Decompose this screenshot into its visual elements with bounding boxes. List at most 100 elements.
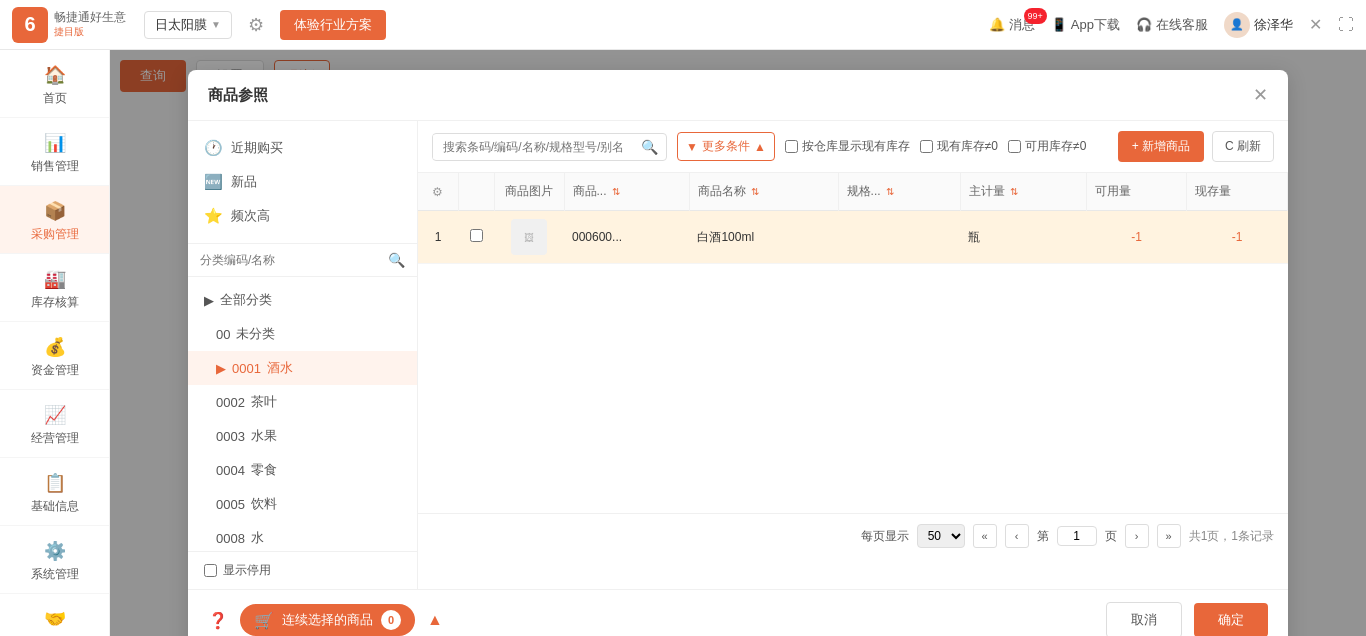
modal-body: 🕐 近期购买 🆕 新品 ⭐ 频次高 [188,121,1288,589]
col-available: 可用量 [1086,173,1187,211]
message-badge: 99+ [1024,8,1047,24]
total-info: 共1页，1条记录 [1189,528,1274,545]
col-code[interactable]: 商品... ⇅ [564,173,689,211]
message-btn[interactable]: 🔔 消息 99+ [989,16,1035,34]
window-close-icon[interactable]: ✕ [1309,15,1322,34]
basicinfo-icon: 📋 [44,472,66,494]
modal-title: 商品参照 [208,86,268,105]
cancel-button[interactable]: 取消 [1106,602,1182,636]
category-0004[interactable]: 0004 零食 [188,453,417,487]
experience-btn[interactable]: 体验行业方案 [280,10,386,40]
tab-recent-purchase[interactable]: 🕐 近期购买 [188,131,417,165]
collapse-icon[interactable]: ▲ [427,611,443,629]
col-unit[interactable]: 主计量 ⇅ [960,173,1086,211]
row-available: -1 [1086,211,1187,264]
modal-toolbar-right: + 新增商品 C 刷新 [1118,131,1274,162]
category-all[interactable]: ▶ 全部分类 [188,283,417,317]
page-number-input[interactable] [1057,526,1097,546]
first-page-button[interactable]: « [973,524,997,548]
modal-left-panel: 🕐 近期购买 🆕 新品 ⭐ 频次高 [188,121,418,589]
logo-text: 畅捷通好生意 [54,10,126,26]
sidebar-item-basic-info[interactable]: 📋 基础信息 [0,458,109,526]
tab-frequent[interactable]: ⭐ 频次高 [188,199,417,233]
category-0003[interactable]: 0003 水果 [188,419,417,453]
col-spec[interactable]: 规格... ⇅ [838,173,960,211]
category-0005[interactable]: 0005 饮料 [188,487,417,521]
logo-area: 6 畅捷通好生意 捷目版 [12,7,132,43]
prev-page-button[interactable]: ‹ [1005,524,1029,548]
purchase-icon: 📦 [44,200,66,222]
col-name[interactable]: 商品名称 ⇅ [689,173,838,211]
pagination-bar: 每页显示 50 « ‹ 第 页 › » 共1页，1条记录 [418,513,1288,558]
product-reference-modal: 商品参照 ✕ 🕐 近期购买 🆕 [188,70,1288,636]
cooperation-icon: 🤝 [44,608,66,630]
arrow-right-active-icon: ▶ [216,361,226,376]
logo-icon: 6 [12,7,48,43]
category-search-bar: 🔍 [188,244,417,277]
user-menu[interactable]: 👤 徐泽华 [1224,12,1293,38]
product-search-bar: 🔍 [432,133,667,161]
per-page-select[interactable]: 50 [917,524,965,548]
window-expand-icon[interactable]: ⛶ [1338,16,1354,34]
sidebar-item-cooperation[interactable]: 🤝 企业协同 [0,594,109,636]
store-selector[interactable]: 日太阳膜 ▼ [144,11,232,39]
sidebar-item-operations[interactable]: 📈 经营管理 [0,390,109,458]
help-icon[interactable]: ❓ [208,611,228,630]
table-row[interactable]: 1 🖼 000600... 白酒100ml [418,211,1288,264]
available-nonzero-checkbox[interactable] [1008,140,1021,153]
store-selector-arrow-icon: ▼ [211,19,221,30]
modal-overlay: 商品参照 ✕ 🕐 近期购买 🆕 [110,50,1366,636]
row-spec [838,211,960,264]
sidebar-item-system[interactable]: ⚙️ 系统管理 [0,526,109,594]
sidebar-item-home[interactable]: 🏠 首页 [0,50,109,118]
product-search-button[interactable]: 🔍 [633,134,666,160]
table-header: ⚙ 商品图片 商品... ⇅ [418,173,1288,211]
available-nonzero-checkbox-label[interactable]: 可用库存≠0 [1008,138,1086,155]
row-image: 🖼 [494,211,564,264]
left-quick-tabs: 🕐 近期购买 🆕 新品 ⭐ 频次高 [188,121,417,244]
tab-new-products[interactable]: 🆕 新品 [188,165,417,199]
warehouse-stock-checkbox[interactable] [785,140,798,153]
settings-icon[interactable]: ⚙ [244,10,268,40]
category-search-input[interactable] [200,253,382,267]
sidebar-item-purchase[interactable]: 📦 采购管理 [0,186,109,254]
row-checkbox[interactable] [470,229,483,242]
add-product-button[interactable]: + 新增商品 [1118,131,1204,162]
sidebar-item-inventory[interactable]: 🏭 库存核算 [0,254,109,322]
operations-icon: 📈 [44,404,66,426]
col-stock: 现存量 [1187,173,1288,211]
category-0008[interactable]: 0008 水 [188,521,417,551]
sidebar-item-sales[interactable]: 📊 销售管理 [0,118,109,186]
online-service-btn[interactable]: 🎧 在线客服 [1136,16,1208,34]
sidebar: 🏠 首页 📊 销售管理 📦 采购管理 🏭 库存核算 💰 资金管理 📈 经营管理 … [0,50,110,636]
filter-icon: ▼ [686,140,698,154]
warehouse-stock-checkbox-label[interactable]: 按仓库显示现有库存 [785,138,910,155]
app-download-btn[interactable]: 📱 App下载 [1051,16,1120,34]
stock-nonzero-checkbox[interactable] [920,140,933,153]
category-00[interactable]: 00 未分类 [188,317,417,351]
next-page-button[interactable]: › [1125,524,1149,548]
category-0001[interactable]: ▶ 0001 酒水 [188,351,417,385]
system-icon: ⚙️ [44,540,66,562]
row-check[interactable] [458,211,494,264]
modal-toolbar: 🔍 ▼ 更多条件 ▲ 按仓库显示现有库存 [418,121,1288,173]
modal-close-icon[interactable]: ✕ [1253,84,1268,106]
user-avatar: 👤 [1224,12,1250,38]
last-page-button[interactable]: » [1157,524,1181,548]
col-settings[interactable]: ⚙ [418,173,458,211]
home-icon: 🏠 [44,64,66,86]
filter-chevron-icon: ▲ [754,140,766,154]
display-disabled-checkbox[interactable] [204,564,217,577]
cart-icon: 🛒 [254,611,274,630]
cart-continuous-select[interactable]: 🛒 连续选择的商品 0 [240,604,415,636]
sidebar-item-finance[interactable]: 💰 资金管理 [0,322,109,390]
stock-nonzero-checkbox-label[interactable]: 现有库存≠0 [920,138,998,155]
category-search-icon[interactable]: 🔍 [388,252,405,268]
category-0002[interactable]: 0002 茶叶 [188,385,417,419]
main-layout: 🏠 首页 📊 销售管理 📦 采购管理 🏭 库存核算 💰 资金管理 📈 经营管理 … [0,50,1366,636]
refresh-button[interactable]: C 刷新 [1212,131,1274,162]
confirm-button[interactable]: 确定 [1194,603,1268,636]
headset-icon: 🎧 [1136,17,1152,32]
product-search-input[interactable] [433,135,633,159]
more-filter-button[interactable]: ▼ 更多条件 ▲ [677,132,775,161]
